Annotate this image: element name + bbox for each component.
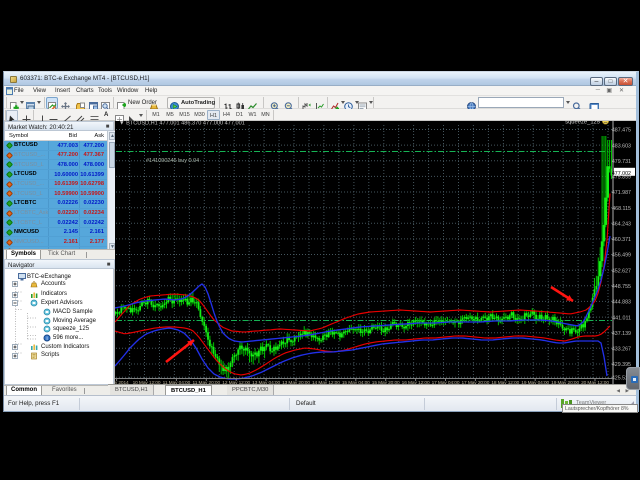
svg-text:471.987: 471.987	[612, 190, 631, 196]
svg-text:441.011: 441.011	[612, 315, 631, 321]
svg-text:i: i	[46, 336, 47, 342]
svg-text:444.883: 444.883	[612, 300, 631, 306]
svg-text:#141090246 buy 0.04: #141090246 buy 0.04	[146, 158, 199, 164]
svg-text:433.267: 433.267	[612, 347, 631, 353]
svg-text:squeeze_125: squeeze_125	[565, 121, 600, 126]
svg-text:437.139: 437.139	[612, 331, 631, 337]
svg-text:464.243: 464.243	[612, 222, 631, 228]
svg-text:468.115: 468.115	[612, 206, 631, 212]
svg-text:456.499: 456.499	[612, 253, 631, 259]
svg-text:▼ BTCUSD,H1 477.001 486.370 4: ▼ BTCUSD,H1 477.001 486.370 477.000 477.…	[119, 121, 245, 127]
svg-text:448.755: 448.755	[612, 284, 631, 290]
svg-text:479.731: 479.731	[612, 159, 631, 165]
svg-text:477.002: 477.002	[612, 171, 631, 177]
svg-text:487.475: 487.475	[612, 128, 631, 134]
svg-text:452.627: 452.627	[612, 268, 631, 274]
svg-text:460.371: 460.371	[612, 237, 631, 243]
svg-text:483.603: 483.603	[612, 143, 631, 149]
